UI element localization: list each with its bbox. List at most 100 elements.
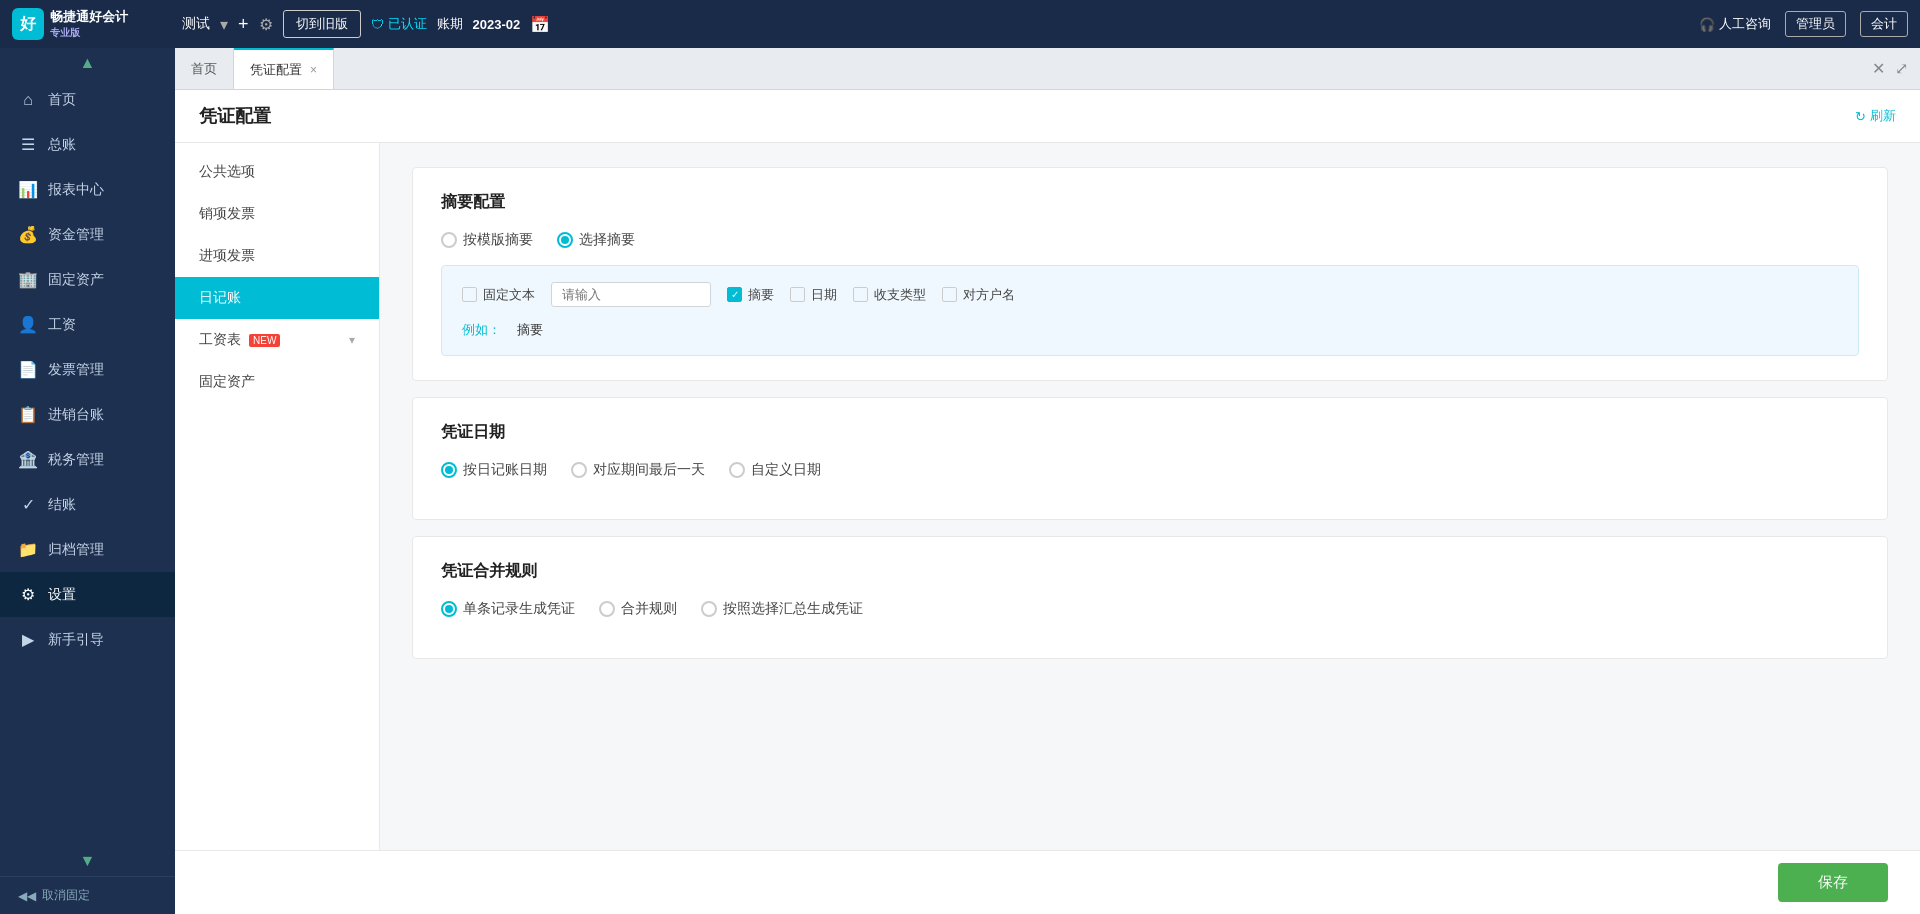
radio-template-summary[interactable]: 按模版摘要: [441, 231, 533, 249]
sidebar-item-close[interactable]: ✓ 结账: [0, 482, 175, 527]
radio-diary-date[interactable]: 按日记账日期: [441, 461, 547, 479]
logo-sub-text: 专业版: [50, 26, 128, 40]
dropdown-icon[interactable]: ▾: [220, 15, 228, 34]
logo-area: 好 畅捷通好会计 专业版: [12, 8, 172, 40]
logo-icon: 好: [12, 8, 44, 40]
left-nav-purchase[interactable]: 进项发票: [175, 235, 379, 277]
merge-rule-section: 凭证合并规则 单条记录生成凭证 合并规则: [412, 536, 1888, 659]
voucher-date-radio-group: 按日记账日期 对应期间最后一天 自定义日期: [441, 461, 1859, 479]
merge-rule-radio-group: 单条记录生成凭证 合并规则 按照选择汇总生成凭证: [441, 600, 1859, 618]
sidebar-item-archive[interactable]: 📁 归档管理: [0, 527, 175, 572]
content-area: 首页 凭证配置 × ✕ ⤢ 凭证配置 ↻ 刷新: [175, 48, 1920, 914]
sidebar-item-tax[interactable]: 🏦 税务管理: [0, 437, 175, 482]
sidebar-label-guide: 新手引导: [48, 631, 104, 649]
left-nav-public[interactable]: 公共选项: [175, 151, 379, 193]
checkbox-summary[interactable]: 摘要: [727, 286, 774, 304]
sidebar-label-ledger: 总账: [48, 136, 76, 154]
left-nav-sales[interactable]: 销项发票: [175, 193, 379, 235]
headset-icon: 🎧: [1699, 17, 1715, 32]
radio-period-circle: [571, 462, 587, 478]
sidebar-label-home: 首页: [48, 91, 76, 109]
topbar: 好 畅捷通好会计 专业版 测试 ▾ + ⚙ 切到旧版 🛡 已认证 账期 2023…: [0, 0, 1920, 48]
checkbox-counterpart-box: [942, 287, 957, 302]
sidebar-label-close: 结账: [48, 496, 76, 514]
radio-period-last[interactable]: 对应期间最后一天: [571, 461, 705, 479]
checkbox-summary-box: [727, 287, 742, 302]
two-col-layout: 公共选项 销项发票 进项发票 日记账 工资表 NEW: [175, 143, 1920, 850]
certified-badge: 🛡 已认证: [371, 15, 427, 33]
sidebar-item-guide[interactable]: ▶ 新手引导: [0, 617, 175, 662]
shield-icon: 🛡: [371, 17, 384, 32]
admin-button[interactable]: 管理员: [1785, 11, 1846, 37]
sidebar-label-assets: 固定资产: [48, 271, 104, 289]
new-badge: NEW: [249, 334, 280, 347]
save-bar: 保存: [175, 850, 1920, 914]
sidebar-item-assets[interactable]: 🏢 固定资产: [0, 257, 175, 302]
summary-radio-group: 按模版摘要 选择摘要: [441, 231, 1859, 249]
report-icon: 📊: [18, 180, 38, 199]
refresh-button[interactable]: ↻ 刷新: [1855, 107, 1896, 139]
checkbox-payment-box: [853, 287, 868, 302]
page-header: 凭证配置 ↻ 刷新: [175, 90, 1920, 143]
period-label: 账期: [437, 15, 463, 33]
consult-button[interactable]: 🎧 人工咨询: [1699, 15, 1771, 33]
sidebar-item-trade[interactable]: 📋 进销台账: [0, 392, 175, 437]
tab-bar: 首页 凭证配置 × ✕ ⤢: [175, 48, 1920, 90]
sidebar-label-capital: 资金管理: [48, 226, 104, 244]
radio-custom-date[interactable]: 自定义日期: [729, 461, 821, 479]
checkbox-fixed-text[interactable]: 固定文本: [462, 286, 535, 304]
left-nav-payroll[interactable]: 工资表 NEW ▾: [175, 319, 379, 361]
left-nav-fixed-assets[interactable]: 固定资产: [175, 361, 379, 403]
right-content: 摘要配置 按模版摘要 选择摘要: [380, 143, 1920, 850]
sidebar-item-home[interactable]: ⌂ 首页: [0, 78, 175, 122]
left-nav: 公共选项 销项发票 进项发票 日记账 工资表 NEW: [175, 143, 380, 850]
tab-expand-icon[interactable]: ⤢: [1895, 59, 1908, 78]
tab-home[interactable]: 首页: [175, 48, 234, 89]
archive-icon: 📁: [18, 540, 38, 559]
radio-select-circle: [557, 232, 573, 248]
tab-close-window-icon[interactable]: ✕: [1872, 59, 1885, 78]
sidebar-item-settings[interactable]: ⚙ 设置: [0, 572, 175, 617]
sidebar-item-invoice[interactable]: 📄 发票管理: [0, 347, 175, 392]
sidebar-label-invoice: 发票管理: [48, 361, 104, 379]
sidebar-item-capital[interactable]: 💰 资金管理: [0, 212, 175, 257]
sidebar-item-report[interactable]: 📊 报表中心: [0, 167, 175, 212]
accountant-button[interactable]: 会计: [1860, 11, 1908, 37]
switch-old-button[interactable]: 切到旧版: [283, 10, 361, 38]
sidebar-item-salary[interactable]: 👤 工资: [0, 302, 175, 347]
checkbox-counterpart[interactable]: 对方户名: [942, 286, 1015, 304]
period-value: 2023-02: [473, 17, 521, 32]
project-name: 测试: [182, 15, 210, 33]
sidebar: ▲ ⌂ 首页 ☰ 总账 📊 报表中心 💰 资金管理 🏢 固定资产: [0, 48, 175, 914]
tax-icon: 🏦: [18, 450, 38, 469]
scroll-up-arrow[interactable]: ▲: [0, 48, 175, 78]
radio-custom-circle: [729, 462, 745, 478]
tab-bar-right: ✕ ⤢: [1860, 48, 1920, 89]
gear-icon[interactable]: ⚙: [259, 15, 273, 34]
checkbox-payment-type[interactable]: 收支类型: [853, 286, 926, 304]
certified-label: 已认证: [388, 15, 427, 33]
invoice-icon: 📄: [18, 360, 38, 379]
checkbox-date[interactable]: 日期: [790, 286, 837, 304]
radio-merge-circle: [599, 601, 615, 617]
home-icon: ⌂: [18, 91, 38, 109]
calendar-icon[interactable]: 📅: [530, 15, 550, 34]
tab-close-icon[interactable]: ×: [310, 63, 317, 77]
tab-voucher-config[interactable]: 凭证配置 ×: [234, 48, 334, 89]
sidebar-item-ledger[interactable]: ☰ 总账: [0, 122, 175, 167]
cancel-fixed-button[interactable]: ◀◀ 取消固定: [0, 876, 175, 914]
radio-select-dot: [561, 236, 569, 244]
radio-merge-rule[interactable]: 合并规则: [599, 600, 677, 618]
radio-select-summary[interactable]: 选择摘要: [557, 231, 635, 249]
left-nav-diary[interactable]: 日记账: [175, 277, 379, 319]
scroll-down-arrow[interactable]: ▼: [0, 846, 175, 876]
fixed-text-input[interactable]: [551, 282, 711, 307]
tab-voucher-label: 凭证配置: [250, 61, 302, 79]
settings-icon: ⚙: [18, 585, 38, 604]
save-button[interactable]: 保存: [1778, 863, 1888, 902]
radio-selected-summary[interactable]: 按照选择汇总生成凭证: [701, 600, 863, 618]
summary-config-title: 摘要配置: [441, 192, 1859, 213]
radio-single-record[interactable]: 单条记录生成凭证: [441, 600, 575, 618]
example-value: 摘要: [517, 321, 543, 339]
add-icon[interactable]: +: [238, 14, 249, 35]
